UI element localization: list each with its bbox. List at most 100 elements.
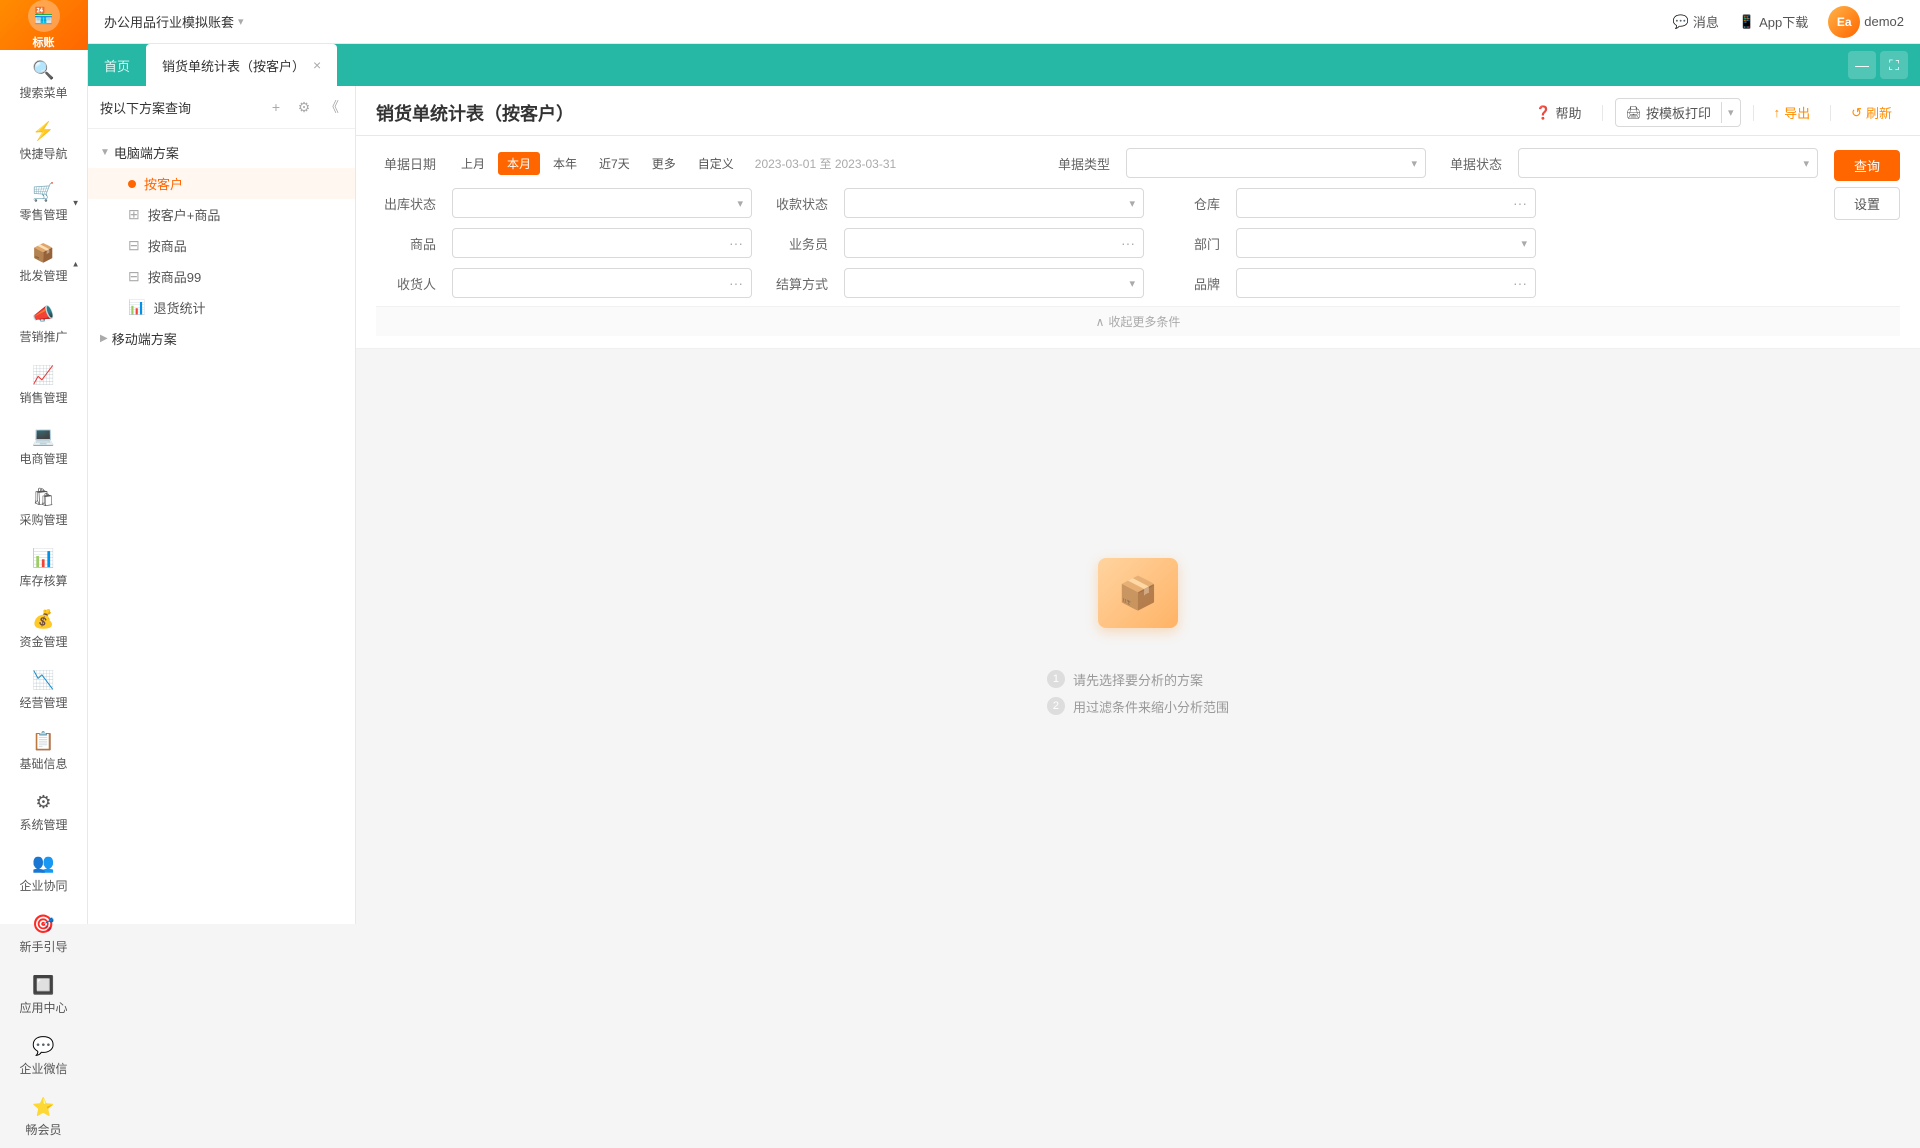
sidebar-icon-1: ⚡	[32, 121, 54, 142]
sidebar-item-0[interactable]: 🔍搜索菜单	[0, 50, 88, 111]
table-icon: ⊞	[128, 206, 140, 223]
tab-maximize-btn[interactable]: ⛶	[1880, 51, 1908, 79]
date-btn-7days[interactable]: 近7天	[590, 152, 639, 175]
sidebar-item-9[interactable]: 💰资金管理	[0, 599, 88, 660]
sidebar-item-12[interactable]: ⚙系统管理	[0, 782, 88, 843]
sidebar-item-4[interactable]: 📣营销推广	[0, 294, 88, 355]
collapse-arrow-icon: ∧	[1096, 315, 1105, 329]
help-btn[interactable]: ❓ 帮助	[1527, 99, 1589, 126]
empty-illustration	[1078, 558, 1198, 658]
date-control: 上月 本月 本年 近7天	[452, 152, 1034, 175]
topbar-title: 办公用品行业模拟账套 ▾	[104, 12, 244, 31]
sidebar-label-4: 营销推广	[19, 328, 67, 345]
sidebar-item-5[interactable]: 📈销售管理	[0, 355, 88, 416]
refresh-btn[interactable]: ↺ 刷新	[1843, 99, 1900, 126]
tree-item-by-goods[interactable]: ⊟ 按商品	[88, 230, 355, 261]
goods-select[interactable]: ···	[452, 228, 752, 258]
brand-select[interactable]: ···	[1236, 268, 1536, 298]
tree-item-return-stats[interactable]: 📊 退货统计	[88, 292, 355, 323]
hint-num-2: 2	[1047, 697, 1065, 715]
panel-collapse-btn[interactable]: 《	[321, 96, 343, 118]
sidebar-item-6[interactable]: 💻电商管理	[0, 416, 88, 477]
payment-status-select[interactable]: ▾	[844, 188, 1144, 218]
out-status-select[interactable]: ▾	[452, 188, 752, 218]
sidebar-item-10[interactable]: 📉经营管理	[0, 660, 88, 721]
filter-row-3: 商品 ··· 业务员 ··· 部门	[376, 228, 1818, 258]
sidebar-icon-14: 🎯	[32, 914, 54, 935]
date-btn-this-year[interactable]: 本年	[544, 152, 586, 175]
export-icon: ↑	[1774, 105, 1781, 120]
filter-area: 单据日期 上月 本月 本年	[356, 136, 1920, 349]
sidebar-label-6: 电商管理	[19, 450, 67, 467]
settlement-select[interactable]: ▾	[844, 268, 1144, 298]
goods-label: 商品	[376, 234, 436, 253]
tab-close-btn[interactable]: ×	[313, 58, 321, 72]
user-menu[interactable]: Ea demo2	[1828, 6, 1904, 38]
sidebar-label-17: 畅会员	[25, 1121, 61, 1138]
query-btn[interactable]: 查询	[1834, 150, 1900, 181]
page-header-actions: ❓ 帮助 🖨 按模板打印 ▾ ↑ 导出	[1527, 98, 1900, 127]
brand-label: 品牌	[1160, 274, 1220, 293]
topbar-dropdown-arrow[interactable]: ▾	[238, 15, 244, 28]
recipient-label: 收货人	[376, 274, 436, 293]
sidebar-icon-8: 📊	[32, 548, 54, 569]
tab-minimize-btn[interactable]: —	[1848, 51, 1876, 79]
sidebar-item-11[interactable]: 📋基础信息	[0, 721, 88, 782]
sidebar-item-17[interactable]: ⭐畅会员	[0, 1087, 88, 1148]
recipient-select[interactable]: ···	[452, 268, 752, 298]
collapse-more-btn[interactable]: ∧ 收起更多条件	[376, 306, 1900, 336]
tree-item-by-goods99[interactable]: ⊟ 按商品99	[88, 261, 355, 292]
salesperson-select[interactable]: ···	[844, 228, 1144, 258]
sidebar-item-14[interactable]: 🎯 新手引导	[0, 904, 88, 965]
sidebar-item-8[interactable]: 📊 库存核算	[0, 538, 88, 599]
print-btn[interactable]: 🖨 按模板打印 ▾	[1615, 98, 1741, 127]
tree-desktop-section[interactable]: ▼ 电脑端方案	[88, 137, 355, 168]
date-btn-this-month[interactable]: 本月	[498, 152, 540, 175]
hint-num-1: 1	[1047, 670, 1065, 688]
sidebar-item-7[interactable]: 🛍采购管理	[0, 477, 88, 538]
tab-home[interactable]: 首页	[88, 44, 146, 86]
main-area: 办公用品行业模拟账套 ▾ 💬 消息 📱 App下载 Ea demo2 首页	[88, 0, 1920, 924]
sidebar-item-1[interactable]: ⚡ 快捷导航	[0, 111, 88, 172]
out-status-arrow: ▾	[737, 197, 743, 210]
sidebar-item-15[interactable]: 🔲应用中心	[0, 965, 88, 1026]
empty-state: 1 请先选择要分析的方案 2 用过滤条件来缩小分析范围	[356, 349, 1920, 924]
sidebar-icon-2: 🛒	[32, 182, 54, 203]
doc-status-select[interactable]: ▾	[1518, 148, 1818, 178]
print-icon: 🖨	[1626, 105, 1643, 121]
tree-mobile-section[interactable]: ▶ 移动端方案	[88, 323, 355, 354]
topbar: 办公用品行业模拟账套 ▾ 💬 消息 📱 App下载 Ea demo2	[88, 0, 1920, 44]
print-dropdown-arrow[interactable]: ▾	[1721, 102, 1740, 123]
right-content: 销货单统计表（按客户） ❓ 帮助 🖨 按模板打印 ▾	[356, 86, 1920, 924]
sidebar-item-13[interactable]: 👥企业协同	[0, 843, 88, 904]
date-btn-custom[interactable]: 自定义	[689, 152, 743, 175]
tree-item-by-customer[interactable]: 按客户	[88, 168, 355, 199]
sidebar-item-3[interactable]: 📦批发管理	[0, 233, 88, 294]
scheme-settings-btn[interactable]: ⚙	[293, 96, 315, 118]
sidebar-label-12: 系统管理	[19, 816, 67, 833]
doc-type-select[interactable]: ▾	[1126, 148, 1426, 178]
export-btn[interactable]: ↑ 导出	[1766, 99, 1819, 126]
add-scheme-btn[interactable]: +	[265, 96, 287, 118]
sidebar-label-14: 新手引导	[19, 938, 67, 955]
sidebar-item-16[interactable]: 💬企业微信	[0, 1026, 88, 1087]
sidebar-label-8: 库存核算	[19, 572, 67, 589]
sidebar-label-0: 搜索菜单	[19, 84, 67, 101]
payment-status-label: 收款状态	[768, 194, 828, 213]
message-btn[interactable]: 💬 消息	[1673, 12, 1719, 31]
sidebar-label-1: 快捷导航	[19, 145, 67, 162]
tab-active[interactable]: 销货单统计表（按客户） ×	[146, 44, 337, 86]
sidebar-icon-11: 📋	[32, 731, 54, 752]
date-btn-more[interactable]: 更多	[643, 152, 685, 175]
settings-btn[interactable]: 设置	[1834, 187, 1900, 220]
date-btn-last-month[interactable]: 上月	[452, 152, 494, 175]
date-label: 单据日期	[376, 154, 436, 173]
active-dot	[128, 180, 136, 188]
warehouse-select[interactable]: ···	[1236, 188, 1536, 218]
dept-select[interactable]: ▾	[1236, 228, 1536, 258]
sidebar-label-3: 批发管理	[19, 267, 67, 284]
sidebar-item-2[interactable]: 🛒零售管理	[0, 172, 88, 233]
app-download-btn[interactable]: 📱 App下载	[1739, 12, 1808, 31]
tab-bar: 首页 销货单统计表（按客户） × — ⛶	[88, 44, 1920, 86]
tree-item-by-customer-goods[interactable]: ⊞ 按客户+商品	[88, 199, 355, 230]
